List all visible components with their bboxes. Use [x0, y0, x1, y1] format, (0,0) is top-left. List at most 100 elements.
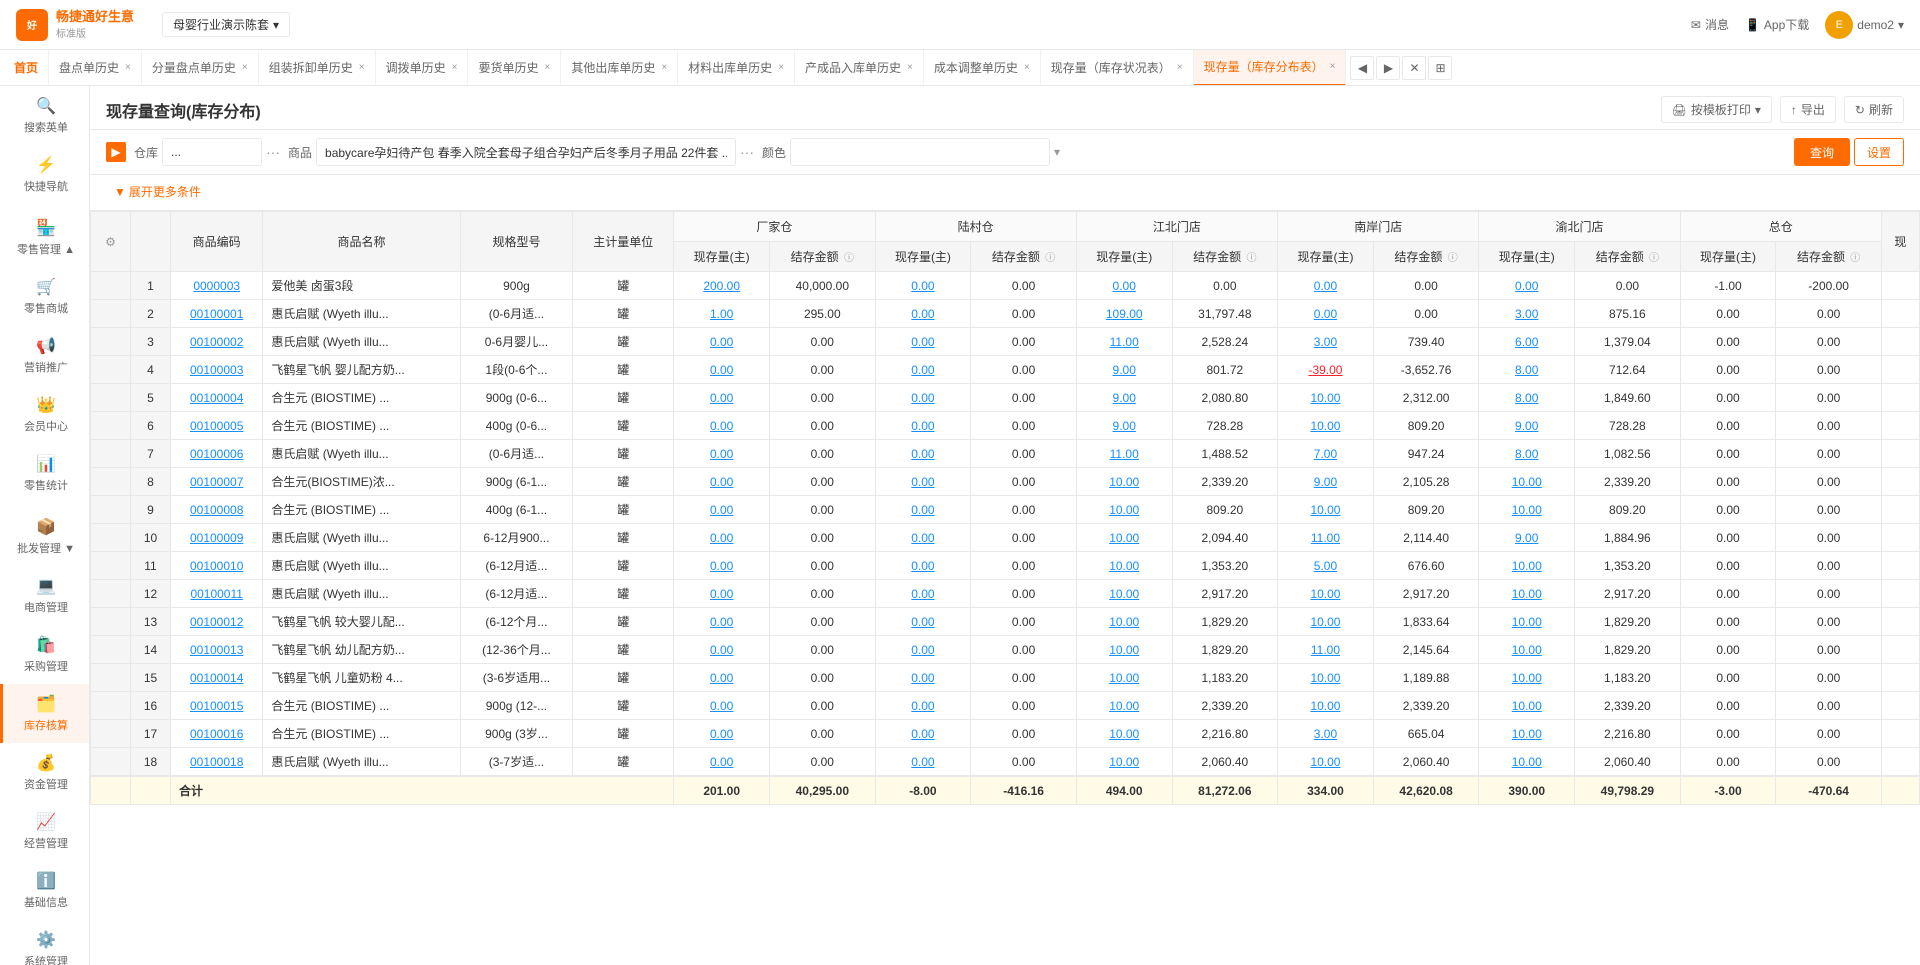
tab-close-icon[interactable]: ×: [125, 62, 131, 73]
sidebar-item-basic[interactable]: ℹ️ 基础信息: [0, 861, 89, 920]
settings-icon[interactable]: ⚙: [105, 235, 116, 249]
row-na-qty: 10.00: [1278, 412, 1374, 440]
expand-conditions-btn[interactable]: ▼ 展开更多条件: [106, 179, 209, 204]
sidebar-label: 基础信息: [24, 894, 68, 910]
app-download-btn[interactable]: 📱 App下载: [1745, 16, 1809, 33]
sidebar-item-finance[interactable]: 💰 资金管理: [0, 743, 89, 802]
row-settings: [91, 468, 131, 496]
tab-other-out[interactable]: 其他出库单历史 ×: [561, 50, 678, 86]
tab-home[interactable]: 首页: [4, 50, 49, 86]
th-group-total: 总仓: [1680, 212, 1881, 242]
sidebar-item-retail[interactable]: 🏪 零售管理 ▲: [0, 208, 89, 267]
tab-close-icon[interactable]: ×: [778, 62, 784, 73]
sidebar-item-operations[interactable]: 📈 经营管理: [0, 802, 89, 861]
row-current: [1881, 300, 1919, 328]
export-btn[interactable]: ↑ 导出: [1780, 96, 1836, 123]
tab-close-icon[interactable]: ×: [1024, 62, 1030, 73]
tab-expand-btn[interactable]: ⊞: [1428, 56, 1452, 80]
sidebar-item-retail-stats[interactable]: 📊 零售统计: [0, 444, 89, 503]
table-container: ⚙ 商品编码 商品名称 规格型号 主计量单位 厂家仓 陆村仓 江北门店 南岸门店…: [90, 211, 1920, 965]
query-btn[interactable]: 查询: [1794, 138, 1850, 166]
row-jb-qty: 0.00: [1076, 272, 1172, 300]
table-row: 15 00100014 飞鹤星飞帆 儿童奶粉 4... (3-6岁适用... 罐…: [91, 664, 1920, 692]
product-label: 商品: [288, 144, 312, 161]
row-code: 00100011: [171, 580, 263, 608]
sidebar-item-ecommerce[interactable]: 💻 电商管理: [0, 566, 89, 625]
tab-close-icon[interactable]: ×: [242, 62, 248, 73]
row-spec: 900g: [460, 272, 572, 300]
warehouse-input[interactable]: [162, 138, 262, 166]
tab-transfer[interactable]: 调拨单历史 ×: [376, 50, 469, 86]
row-jb-qty: 11.00: [1076, 328, 1172, 356]
setting-btn[interactable]: 设置: [1854, 138, 1904, 166]
sidebar-item-search[interactable]: 🔍 搜索英单: [0, 86, 89, 145]
sidebar-item-wholesale[interactable]: 📦 批发管理 ▼: [0, 507, 89, 566]
message-icon: ✉: [1691, 18, 1701, 32]
tab-inventory-count[interactable]: 盘点单历史 ×: [49, 50, 142, 86]
row-yb-qty: 10.00: [1479, 552, 1575, 580]
message-btn[interactable]: ✉ 消息: [1691, 16, 1729, 33]
row-lc-qty: 0.00: [875, 384, 971, 412]
table-row: 18 00100018 惠氏启赋 (Wyeth illu... (3-7岁适..…: [91, 748, 1920, 777]
tab-close-icon[interactable]: ×: [661, 62, 667, 73]
sidebar-item-quicknav[interactable]: ⚡ 快捷导航: [0, 145, 89, 204]
row-jb-qty: 10.00: [1076, 524, 1172, 552]
row-name: 合生元 (BIOSTIME) ...: [263, 412, 460, 440]
tab-stock-distribution[interactable]: 现存量（库存分布表） ×: [1194, 50, 1347, 86]
tab-material-out[interactable]: 材料出库单历史 ×: [678, 50, 795, 86]
tab-close-icon[interactable]: ×: [359, 62, 365, 73]
th-spec: 规格型号: [460, 212, 572, 272]
row-yb-amt: 1,829.20: [1575, 608, 1680, 636]
sidebar-item-system[interactable]: ⚙️ 系统管理: [0, 920, 89, 965]
refresh-icon: ↻: [1855, 103, 1865, 117]
tab-prev-btn[interactable]: ◀: [1350, 56, 1374, 80]
row-jb-qty: 10.00: [1076, 608, 1172, 636]
tab-close-icon[interactable]: ×: [452, 62, 458, 73]
print-btn[interactable]: 🖨 按模板打印 ▾: [1661, 96, 1772, 123]
tab-close-icon[interactable]: ×: [544, 62, 550, 73]
filter-toggle-btn[interactable]: ▶: [106, 142, 126, 162]
sidebar-item-shop[interactable]: 🛒 零售商城: [0, 267, 89, 326]
tab-close-icon[interactable]: ×: [1330, 61, 1336, 72]
tab-cost-adjust[interactable]: 成本调整单历史 ×: [924, 50, 1041, 86]
row-index: 3: [131, 328, 171, 356]
row-yb-amt: 712.64: [1575, 356, 1680, 384]
row-jb-amt: 2,094.40: [1172, 524, 1277, 552]
row-unit: 罐: [573, 552, 674, 580]
row-yb-qty: 10.00: [1479, 468, 1575, 496]
row-index: 17: [131, 720, 171, 748]
row-index: 9: [131, 496, 171, 524]
tab-next-btn[interactable]: ▶: [1376, 56, 1400, 80]
tab-requisition[interactable]: 要货单历史 ×: [468, 50, 561, 86]
sidebar-item-purchase[interactable]: 🛍️ 采购管理: [0, 625, 89, 684]
tab-close-icon[interactable]: ×: [907, 62, 913, 73]
row-na-qty: 10.00: [1278, 748, 1374, 777]
row-lc-amt: 0.00: [971, 580, 1076, 608]
tab-product-in[interactable]: 产成品入库单历史 ×: [795, 50, 924, 86]
color-input[interactable]: [790, 138, 1050, 166]
warehouse-more-btn[interactable]: ···: [266, 144, 280, 160]
tab-stock-status[interactable]: 现存量（库存状况表） ×: [1041, 50, 1194, 86]
row-total-amt: 0.00: [1776, 328, 1881, 356]
sidebar-item-inventory[interactable]: 🗂️ 库存核算: [0, 684, 89, 743]
sidebar-item-member[interactable]: 👑 会员中心: [0, 385, 89, 444]
tab-close-all-btn[interactable]: ✕: [1402, 56, 1426, 80]
row-cf-amt: 0.00: [770, 748, 875, 777]
refresh-btn[interactable]: ↻ 刷新: [1844, 96, 1904, 123]
industry-selector[interactable]: 母婴行业演示陈套 ▾: [162, 12, 290, 37]
row-total-qty: 0.00: [1680, 580, 1776, 608]
row-total-qty: 0.00: [1680, 552, 1776, 580]
product-more-btn[interactable]: ···: [740, 144, 754, 160]
row-unit: 罐: [573, 496, 674, 524]
row-index: 12: [131, 580, 171, 608]
tab-close-icon[interactable]: ×: [1177, 62, 1183, 73]
row-name: 惠氏启赋 (Wyeth illu...: [263, 300, 460, 328]
product-input[interactable]: [316, 138, 736, 166]
tab-assembly[interactable]: 组装拆卸单历史 ×: [259, 50, 376, 86]
tab-partial-count[interactable]: 分量盘点单历史 ×: [142, 50, 259, 86]
row-current: [1881, 440, 1919, 468]
sidebar-item-marketing[interactable]: 📢 营销推广: [0, 326, 89, 385]
user-area[interactable]: E demo2 ▾: [1825, 11, 1904, 39]
row-lc-qty: 0.00: [875, 748, 971, 777]
row-index: 1: [131, 272, 171, 300]
